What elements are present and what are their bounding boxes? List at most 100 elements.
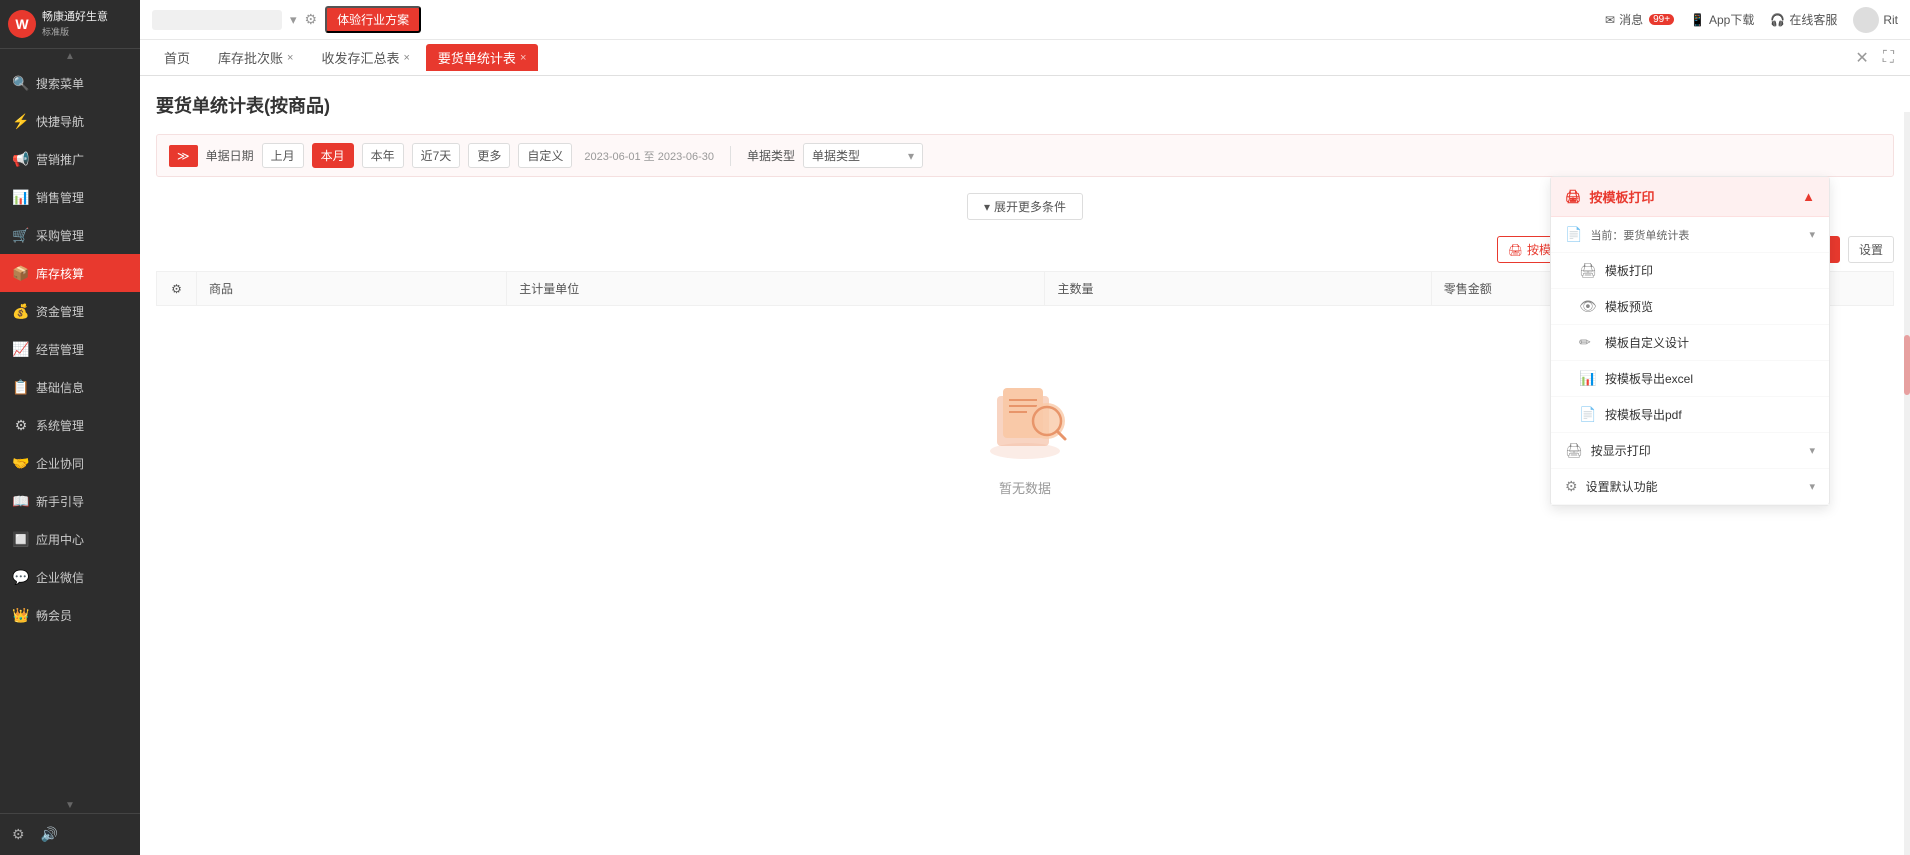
app-download-label: App下载	[1709, 11, 1754, 28]
app-download-btn[interactable]: 📱 App下载	[1690, 11, 1754, 28]
chevron-down-icon[interactable]: ▾	[290, 12, 297, 28]
date-btn-last-month[interactable]: 上月	[262, 143, 304, 168]
window-expand-btn[interactable]: ⛶	[1879, 47, 1898, 69]
dropdown-item-template-custom[interactable]: ✏ 模板自定义设计	[1551, 325, 1829, 361]
sidebar-item-sales[interactable]: 📊 销售管理	[0, 178, 140, 216]
messages-btn[interactable]: ✉ 消息 99+	[1605, 11, 1674, 28]
tab-inventory-batch[interactable]: 库存批次账 ×	[206, 44, 305, 71]
scroll-down-btn[interactable]: ▼	[0, 798, 140, 813]
sidebar-item-basic[interactable]: 📋 基础信息	[0, 368, 140, 406]
settings-button[interactable]: 设置	[1848, 236, 1894, 263]
search-input[interactable]	[152, 10, 282, 30]
sidebar-item-search[interactable]: 🔍 搜索菜单	[0, 64, 140, 102]
date-btn-this-year[interactable]: 本年	[362, 143, 404, 168]
design-icon: ✏	[1579, 334, 1595, 351]
tab-close-icon[interactable]: ×	[287, 52, 293, 64]
messages-badge: 99+	[1649, 14, 1674, 25]
avatar	[1853, 7, 1879, 33]
sidebar-item-member[interactable]: 👑 畅会员	[0, 596, 140, 634]
table-col-checkbox[interactable]: ⚙	[157, 272, 197, 306]
phone-icon: 📱	[1690, 13, 1705, 27]
page-title: 要货单统计表(按商品)	[156, 92, 1894, 118]
scrollbar-track[interactable]	[1904, 112, 1910, 855]
dropdown-item-template-print[interactable]: 🖨 模板打印	[1551, 253, 1829, 289]
window-close-btn[interactable]: ✕	[1851, 46, 1872, 70]
current-template-item[interactable]: 📄 当前：要货单统计表 ▾	[1551, 217, 1829, 253]
date-btn-7days[interactable]: 近7天	[412, 143, 461, 168]
dropdown-item-template-excel[interactable]: 📊 按模板导出excel	[1551, 361, 1829, 397]
table-col-product: 商品	[197, 272, 507, 306]
sidebar-item-finance[interactable]: 💰 资金管理	[0, 292, 140, 330]
promo-button[interactable]: 体验行业方案	[325, 6, 421, 33]
date-btn-custom[interactable]: 自定义	[518, 143, 572, 168]
dropdown-title-area: 🖨 按模板打印	[1565, 187, 1655, 206]
date-btn-this-month[interactable]: 本月	[312, 143, 354, 168]
chevron-right-icon: ▾	[1809, 228, 1815, 241]
sidebar-item-label: 销售管理	[36, 189, 84, 206]
sidebar-item-guide[interactable]: 📖 新手引导	[0, 482, 140, 520]
tab-home[interactable]: 首页	[152, 44, 202, 71]
sidebar-item-label: 快捷导航	[36, 113, 84, 130]
filter-expand-button[interactable]: ≫	[169, 145, 198, 167]
table-col-unit: 主计量单位	[507, 272, 1045, 306]
online-service-btn[interactable]: 🎧 在线客服	[1770, 11, 1837, 28]
sidebar: W 畅康通好生意 标准版 ▲ 🔍 搜索菜单 ⚡ 快捷导航 📢 营销推广 📊 销售…	[0, 0, 140, 855]
expand-more-button[interactable]: ▾ 展开更多条件	[967, 193, 1083, 220]
sidebar-item-label: 采购管理	[36, 227, 84, 244]
sidebar-item-operation[interactable]: 📈 经营管理	[0, 330, 140, 368]
item-label: 按模板导出excel	[1605, 370, 1815, 387]
scrollbar-thumb[interactable]	[1904, 335, 1910, 395]
item-label: 模板自定义设计	[1605, 334, 1815, 351]
tab-close-icon[interactable]: ×	[520, 52, 526, 64]
sidebar-item-apps[interactable]: 🔲 应用中心	[0, 520, 140, 558]
sidebar-item-collab[interactable]: 🤝 企业协同	[0, 444, 140, 482]
collab-icon: 🤝	[12, 454, 30, 472]
scroll-up-btn[interactable]: ▲	[0, 49, 140, 64]
topbar: ▾ ⚙ 体验行业方案 ✉ 消息 99+ 📱 App下载 🎧 在线客服 Rit	[140, 0, 1910, 40]
messages-label: 消息	[1619, 11, 1643, 28]
display-print-item[interactable]: 🖨 按显示打印 ▾	[1551, 433, 1829, 469]
date-btn-more[interactable]: 更多	[468, 143, 510, 168]
speaker-icon[interactable]: 🔊	[37, 822, 62, 847]
sidebar-item-label: 企业微信	[36, 569, 84, 586]
user-avatar-area[interactable]: Rit	[1853, 7, 1898, 33]
tab-order-stats[interactable]: 要货单统计表 ×	[426, 44, 538, 71]
sidebar-item-label: 畅会员	[36, 607, 72, 624]
type-filter-select[interactable]: 单据类型 ▾	[803, 143, 923, 168]
pdf-icon: 📄	[1579, 406, 1595, 423]
sidebar-item-label: 应用中心	[36, 531, 84, 548]
online-service-label: 在线客服	[1789, 11, 1837, 28]
sidebar-item-label: 系统管理	[36, 417, 84, 434]
set-default-item[interactable]: ⚙ 设置默认功能 ▾	[1551, 469, 1829, 505]
tab-collect-summary[interactable]: 收发存汇总表 ×	[309, 44, 421, 71]
sidebar-item-weixin[interactable]: 💬 企业微信	[0, 558, 140, 596]
finance-icon: 💰	[12, 302, 30, 320]
gear-icon[interactable]: ⚙	[305, 11, 318, 28]
settings-bottom-icon[interactable]: ⚙	[8, 822, 29, 847]
operation-icon: 📈	[12, 340, 30, 358]
sidebar-item-purchase[interactable]: 🛒 采购管理	[0, 216, 140, 254]
dropdown-header[interactable]: 🖨 按模板打印 ▲	[1551, 177, 1829, 217]
quick-nav-icon: ⚡	[12, 112, 30, 130]
printer-icon: 🖨	[1565, 189, 1582, 205]
dropdown-controls: ▲	[1802, 189, 1815, 204]
sidebar-item-inventory[interactable]: 📦 库存核算	[0, 254, 140, 292]
dropdown-item-template-pdf[interactable]: 📄 按模板导出pdf	[1551, 397, 1829, 433]
sidebar-item-system[interactable]: ⚙ 系统管理	[0, 406, 140, 444]
type-filter-label: 单据类型	[747, 147, 795, 164]
sidebar-item-label: 企业协同	[36, 455, 84, 472]
set-default-left: ⚙ 设置默认功能	[1565, 478, 1658, 495]
tab-close-icon[interactable]: ×	[403, 52, 409, 64]
dropdown-item-template-preview[interactable]: 👁 模板预览	[1551, 289, 1829, 325]
sidebar-item-marketing[interactable]: 📢 营销推广	[0, 140, 140, 178]
marketing-icon: 📢	[12, 150, 30, 168]
sidebar-item-quick-nav[interactable]: ⚡ 快捷导航	[0, 102, 140, 140]
tab-label: 库存批次账	[218, 48, 283, 67]
sidebar-item-label: 经营管理	[36, 341, 84, 358]
page-content: 要货单统计表(按商品) ≫ 单据日期 上月 本月 本年 近7天 更多 自定义 2…	[140, 76, 1910, 855]
current-template-label: 当前：要货单统计表	[1590, 227, 1689, 243]
username: Rit	[1883, 13, 1898, 27]
item-label: 模板打印	[1605, 262, 1815, 279]
display-print-icon: 🖨	[1565, 442, 1583, 459]
main-content: ▾ ⚙ 体验行业方案 ✉ 消息 99+ 📱 App下载 🎧 在线客服 Rit	[140, 0, 1910, 855]
